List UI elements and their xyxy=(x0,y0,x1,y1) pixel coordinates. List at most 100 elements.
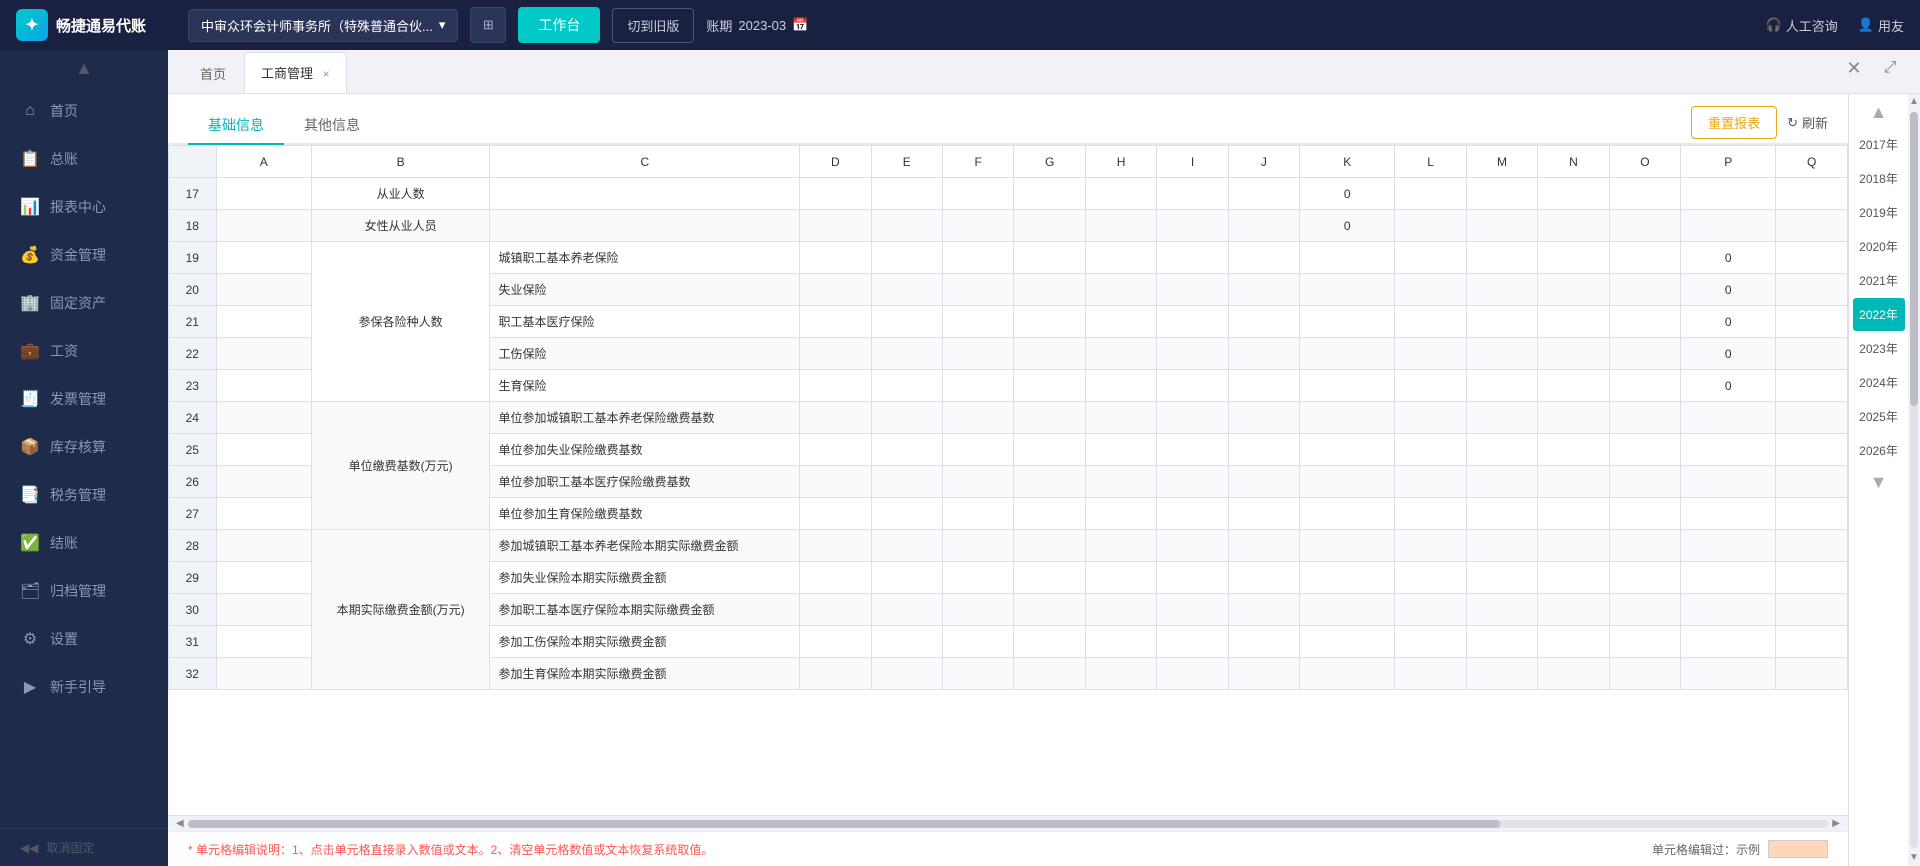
cell-empty[interactable] xyxy=(1466,658,1537,690)
sidebar-item-report[interactable]: 📊 报表中心 xyxy=(0,183,168,231)
cell-q[interactable] xyxy=(1776,274,1848,306)
cell-k[interactable] xyxy=(1300,338,1395,370)
cell-empty[interactable] xyxy=(1395,402,1466,434)
cell-empty[interactable] xyxy=(800,658,871,690)
cell-b[interactable]: 参保各险种人数 xyxy=(311,242,490,402)
cell-empty[interactable] xyxy=(942,466,1013,498)
cell-empty[interactable] xyxy=(1014,306,1085,338)
cell-empty[interactable] xyxy=(1395,562,1466,594)
cell-empty[interactable] xyxy=(1395,178,1466,210)
cell-c[interactable]: 参加生育保险本期实际缴费金额 xyxy=(490,658,800,690)
cell-c[interactable]: 城镇职工基本养老保险 xyxy=(490,242,800,274)
cell-c[interactable] xyxy=(490,178,800,210)
cell-empty[interactable] xyxy=(1085,466,1156,498)
cell-c[interactable]: 单位参加职工基本医疗保险缴费基数 xyxy=(490,466,800,498)
cell-empty[interactable] xyxy=(1228,466,1299,498)
cell-empty[interactable] xyxy=(1228,178,1299,210)
cell-p[interactable] xyxy=(1681,530,1776,562)
cell-empty[interactable] xyxy=(800,498,871,530)
cell-p[interactable]: 0 xyxy=(1681,370,1776,402)
cell-empty[interactable] xyxy=(1157,338,1228,370)
cell-empty[interactable] xyxy=(1538,210,1609,242)
cell-empty[interactable] xyxy=(1014,274,1085,306)
cell-q[interactable] xyxy=(1776,658,1848,690)
cell-empty[interactable] xyxy=(1609,466,1680,498)
cell-empty[interactable] xyxy=(1228,658,1299,690)
cell-empty[interactable] xyxy=(1395,626,1466,658)
cell-empty[interactable] xyxy=(1085,274,1156,306)
cell-empty[interactable] xyxy=(1466,242,1537,274)
cell-empty[interactable] xyxy=(1395,242,1466,274)
cell-k[interactable]: 0 xyxy=(1300,178,1395,210)
cell-b[interactable]: 本期实际缴费金额(万元) xyxy=(311,530,490,690)
cell-empty[interactable] xyxy=(1157,530,1228,562)
old-version-button[interactable]: 切到旧版 xyxy=(612,8,694,43)
cell-empty[interactable] xyxy=(942,274,1013,306)
scroll-right-arrow[interactable]: ▶ xyxy=(1828,818,1844,829)
cell-empty[interactable] xyxy=(1466,466,1537,498)
sidebar-scroll-up[interactable]: ▲ xyxy=(0,50,168,87)
cell-k[interactable] xyxy=(1300,434,1395,466)
cell-p[interactable]: 0 xyxy=(1681,242,1776,274)
cell-empty[interactable] xyxy=(942,626,1013,658)
cell-empty[interactable] xyxy=(1609,498,1680,530)
cell-a[interactable] xyxy=(216,274,311,306)
v-scroll-track[interactable] xyxy=(1910,112,1918,848)
cell-empty[interactable] xyxy=(1538,370,1609,402)
cell-empty[interactable] xyxy=(871,210,942,242)
cell-empty[interactable] xyxy=(1228,594,1299,626)
cell-empty[interactable] xyxy=(1466,498,1537,530)
cell-q[interactable] xyxy=(1776,626,1848,658)
h-scroll-track[interactable] xyxy=(188,820,1829,828)
cell-empty[interactable] xyxy=(871,434,942,466)
cell-empty[interactable] xyxy=(800,402,871,434)
cell-empty[interactable] xyxy=(1228,306,1299,338)
cell-empty[interactable] xyxy=(1609,562,1680,594)
cell-empty[interactable] xyxy=(1014,178,1085,210)
cell-empty[interactable] xyxy=(1228,338,1299,370)
close-window-button[interactable]: ✕ xyxy=(1840,54,1868,82)
cell-p[interactable] xyxy=(1681,210,1776,242)
cell-a[interactable] xyxy=(216,466,311,498)
cell-c[interactable]: 单位参加生育保险缴费基数 xyxy=(490,498,800,530)
v-scroll-thumb[interactable] xyxy=(1910,112,1918,406)
cell-empty[interactable] xyxy=(942,530,1013,562)
cell-empty[interactable] xyxy=(1014,242,1085,274)
cell-empty[interactable] xyxy=(800,594,871,626)
cell-empty[interactable] xyxy=(1466,178,1537,210)
cell-a[interactable] xyxy=(216,530,311,562)
cell-empty[interactable] xyxy=(1014,530,1085,562)
spreadsheet-scroll[interactable]: A B C D E F G H I J xyxy=(168,145,1848,815)
cell-empty[interactable] xyxy=(1085,530,1156,562)
cell-empty[interactable] xyxy=(1157,466,1228,498)
calendar-icon[interactable]: 📅 xyxy=(792,17,808,33)
cell-empty[interactable] xyxy=(1466,434,1537,466)
cell-empty[interactable] xyxy=(1538,402,1609,434)
cell-empty[interactable] xyxy=(1014,594,1085,626)
cell-empty[interactable] xyxy=(1395,274,1466,306)
vertical-scrollbar[interactable]: ▲ ▼ xyxy=(1908,94,1920,866)
cell-empty[interactable] xyxy=(871,178,942,210)
cell-c[interactable]: 失业保险 xyxy=(490,274,800,306)
cell-empty[interactable] xyxy=(1395,434,1466,466)
cell-empty[interactable] xyxy=(1466,306,1537,338)
cell-p[interactable] xyxy=(1681,466,1776,498)
cell-empty[interactable] xyxy=(1538,338,1609,370)
cell-empty[interactable] xyxy=(942,338,1013,370)
tab-home[interactable]: 首页 xyxy=(184,54,242,93)
cell-q[interactable] xyxy=(1776,466,1848,498)
year-item[interactable]: 2019年 xyxy=(1853,196,1905,229)
cell-empty[interactable] xyxy=(1014,210,1085,242)
cell-a[interactable] xyxy=(216,434,311,466)
cell-p[interactable]: 0 xyxy=(1681,274,1776,306)
cell-c[interactable]: 职工基本医疗保险 xyxy=(490,306,800,338)
cell-k[interactable] xyxy=(1300,370,1395,402)
cell-empty[interactable] xyxy=(1395,306,1466,338)
cell-empty[interactable] xyxy=(1395,498,1466,530)
cell-empty[interactable] xyxy=(1538,498,1609,530)
cell-empty[interactable] xyxy=(1538,562,1609,594)
sidebar-item-invoice[interactable]: 🧾 发票管理 xyxy=(0,375,168,423)
consult-button[interactable]: 🎧 人工咨询 xyxy=(1766,16,1838,35)
cell-empty[interactable] xyxy=(1157,626,1228,658)
cell-c[interactable]: 单位参加城镇职工基本养老保险缴费基数 xyxy=(490,402,800,434)
